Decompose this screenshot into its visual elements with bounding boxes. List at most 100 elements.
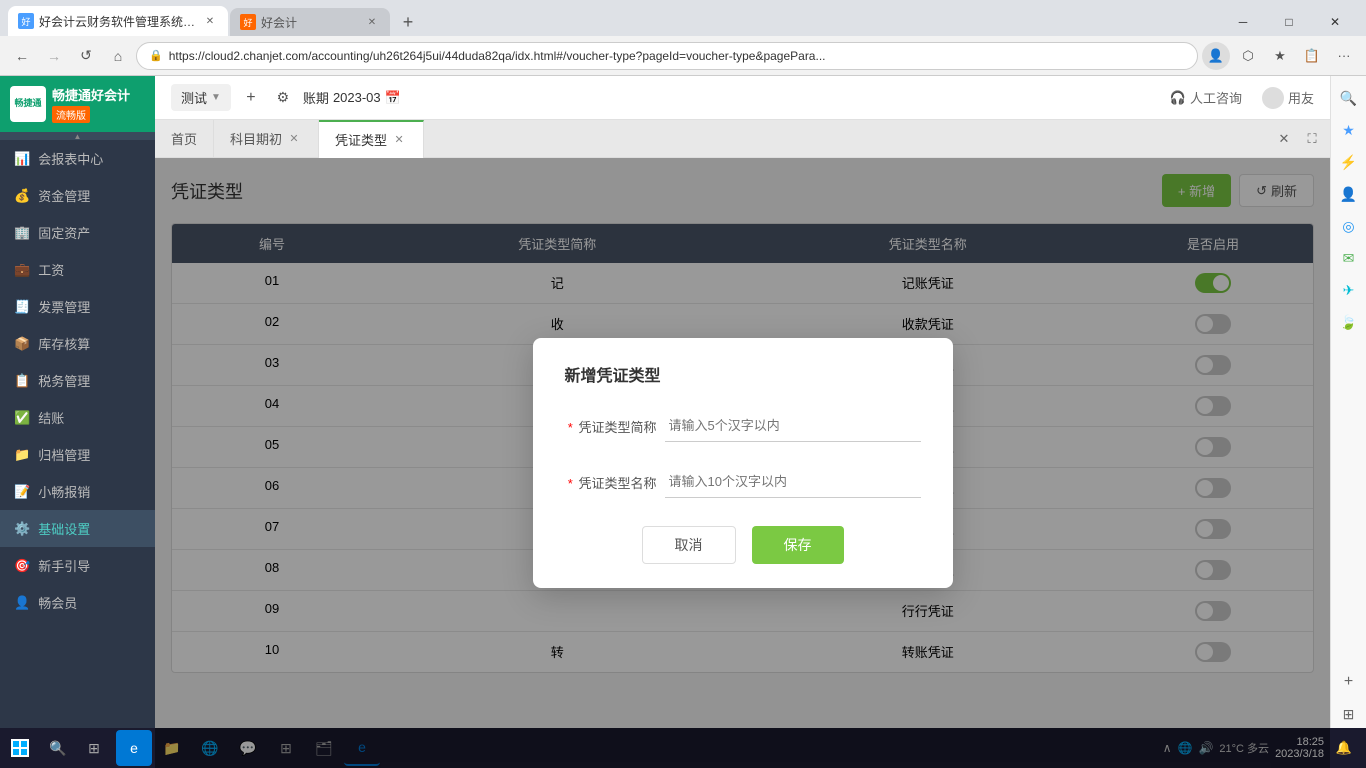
guide-label: 新手引导 (38, 556, 90, 575)
taskbar-search-btn[interactable]: 🔍 (40, 730, 76, 766)
window-close[interactable]: ✕ (1312, 8, 1358, 36)
right-leaf-icon[interactable]: 🍃 (1335, 308, 1363, 336)
report-label: 小畅报销 (38, 482, 90, 501)
right-user-icon[interactable]: 👤 (1335, 180, 1363, 208)
extensions-icon[interactable]: ⬡ (1234, 42, 1262, 70)
abbr-input[interactable] (665, 410, 921, 442)
capital-icon: 💰 (14, 188, 30, 204)
lock-icon: 🔒 (149, 49, 163, 62)
add-company-btn[interactable]: + (239, 86, 263, 110)
tax-icon: 📋 (14, 373, 30, 389)
tab2-close[interactable]: ✕ (364, 14, 380, 30)
report-icon: 📝 (14, 484, 30, 500)
favorites-icon[interactable]: ★ (1266, 42, 1294, 70)
sidebar-item-capital[interactable]: 💰 资金管理 (0, 177, 155, 214)
sidebar-item-archive[interactable]: 📁 归档管理 (0, 436, 155, 473)
period-label: 账期 (303, 88, 329, 107)
right-sidebar: 🔍 ★ ⚡ 👤 ◎ ✉ ✈ 🍃 + ⊞ ⚙ (1330, 76, 1366, 768)
required-star-2: * (568, 476, 573, 491)
tab-voucher-label: 凭证类型 (335, 130, 387, 149)
tab1-title: 好会计云财务软件管理系统_会计 (39, 13, 197, 30)
calendar-icon[interactable]: 📅 (385, 90, 401, 106)
settings-icon: ⚙️ (14, 521, 30, 537)
archive-icon: 📁 (14, 447, 30, 463)
address-bar: ← → ↺ ⌂ 🔒 https://cloud2.chanjet.com/acc… (0, 36, 1366, 76)
page-tabs: 首页 科目期初 ✕ 凭证类型 ✕ ✕ ⛶ (155, 120, 1330, 158)
cancel-button[interactable]: 取消 (642, 526, 736, 564)
salary-icon: 💼 (14, 262, 30, 278)
invoice-icon: 🧾 (14, 299, 30, 315)
headset-icon: 🎧 (1170, 90, 1186, 106)
right-search-icon[interactable]: 🔍 (1335, 84, 1363, 112)
nav-back[interactable]: ← (8, 42, 36, 70)
tab-subject[interactable]: 科目期初 ✕ (214, 120, 319, 158)
right-star-icon[interactable]: ★ (1335, 116, 1363, 144)
collections-icon[interactable]: 📋 (1298, 42, 1326, 70)
tab-expand-btn[interactable]: ⛶ (1298, 125, 1326, 153)
right-grid-icon[interactable]: ⊞ (1335, 700, 1363, 728)
nav-reload[interactable]: ↺ (72, 42, 100, 70)
address-input[interactable]: 🔒 https://cloud2.chanjet.com/accounting/… (136, 42, 1198, 70)
topbar: 测试 ▼ + ⚙ 账期 2023-03 📅 🎧 人工咨询 用友 (155, 76, 1330, 120)
more-icon[interactable]: ··· (1330, 42, 1358, 70)
dashboard-icon: 📊 (14, 151, 30, 167)
sidebar-item-settle[interactable]: ✅ 结账 (0, 399, 155, 436)
nav-home[interactable]: ⌂ (104, 42, 132, 70)
profile-icon[interactable]: 👤 (1202, 42, 1230, 70)
tab-voucher-close[interactable]: ✕ (391, 132, 407, 148)
archive-label: 归档管理 (38, 445, 90, 464)
notification-btn[interactable]: 🔔 (1330, 734, 1358, 762)
service-btn[interactable]: 🎧 人工咨询 (1170, 88, 1242, 107)
fixed-label: 固定资产 (38, 223, 90, 242)
sidebar-item-salary[interactable]: 💼 工资 (0, 251, 155, 288)
company-name: 测试 (181, 88, 207, 107)
dashboard-label: 会报表中心 (38, 149, 103, 168)
sidebar-item-report[interactable]: 📝 小畅报销 (0, 473, 155, 510)
sidebar-item-settings[interactable]: ⚙️ 基础设置 (0, 510, 155, 547)
taskbar-task-btn[interactable]: ⊞ (76, 730, 112, 766)
browser-tab-2[interactable]: 好 好会计 ✕ (230, 8, 390, 36)
name-input[interactable] (665, 466, 921, 498)
tab1-favicon: 好 (18, 13, 34, 29)
sidebar-item-dashboard[interactable]: 📊 会报表中心 (0, 140, 155, 177)
capital-label: 资金管理 (38, 186, 90, 205)
service-label: 人工咨询 (1190, 88, 1242, 107)
guide-icon: 🎯 (14, 558, 30, 574)
browser-tab-1[interactable]: 好 好会计云财务软件管理系统_会计 ✕ (8, 6, 228, 36)
sidebar-item-guide[interactable]: 🎯 新手引导 (0, 547, 155, 584)
nav-forward[interactable]: → (40, 42, 68, 70)
tab-subject-close[interactable]: ✕ (286, 131, 302, 147)
user-avatar (1262, 87, 1284, 109)
sidebar-item-tax[interactable]: 📋 税务管理 (0, 362, 155, 399)
sidebar-item-member[interactable]: 👤 畅会员 (0, 584, 155, 621)
settings-btn[interactable]: ⚙ (271, 86, 295, 110)
stock-label: 库存核算 (38, 334, 90, 353)
abbr-label: * 凭证类型简称 (565, 417, 665, 436)
right-mail-icon[interactable]: ✉ (1335, 244, 1363, 272)
logo-text-area: 畅捷通好会计 流畅版 (52, 85, 130, 123)
tab-minimize-btn[interactable]: ✕ (1270, 125, 1298, 153)
sidebar-item-stock[interactable]: 📦 库存核算 (0, 325, 155, 362)
tab1-close[interactable]: ✕ (202, 13, 218, 29)
user-account[interactable]: 用友 (1262, 87, 1314, 109)
settings-label: 基础设置 (38, 519, 90, 538)
window-minimize[interactable]: ─ (1220, 8, 1266, 36)
save-button[interactable]: 保存 (752, 526, 844, 564)
new-tab-btn[interactable]: + (394, 8, 422, 36)
stock-icon: 📦 (14, 336, 30, 352)
right-circle-icon[interactable]: ◎ (1335, 212, 1363, 240)
tab-home[interactable]: 首页 (155, 120, 214, 158)
taskbar-edge-btn[interactable]: e (116, 730, 152, 766)
start-btn[interactable] (0, 728, 40, 768)
sidebar-item-fixed[interactable]: 🏢 固定资产 (0, 214, 155, 251)
company-selector[interactable]: 测试 ▼ (171, 84, 231, 111)
tab-voucher[interactable]: 凭证类型 ✕ (319, 120, 424, 158)
tab-subject-label: 科目期初 (230, 129, 282, 148)
right-plus-icon[interactable]: + (1335, 668, 1363, 696)
right-plane-icon[interactable]: ✈ (1335, 276, 1363, 304)
sidebar-item-invoice[interactable]: 🧾 发票管理 (0, 288, 155, 325)
right-lightning-icon[interactable]: ⚡ (1335, 148, 1363, 176)
salary-label: 工资 (38, 260, 64, 279)
window-maximize[interactable]: □ (1266, 8, 1312, 36)
main-area: 测试 ▼ + ⚙ 账期 2023-03 📅 🎧 人工咨询 用友 (155, 76, 1330, 768)
